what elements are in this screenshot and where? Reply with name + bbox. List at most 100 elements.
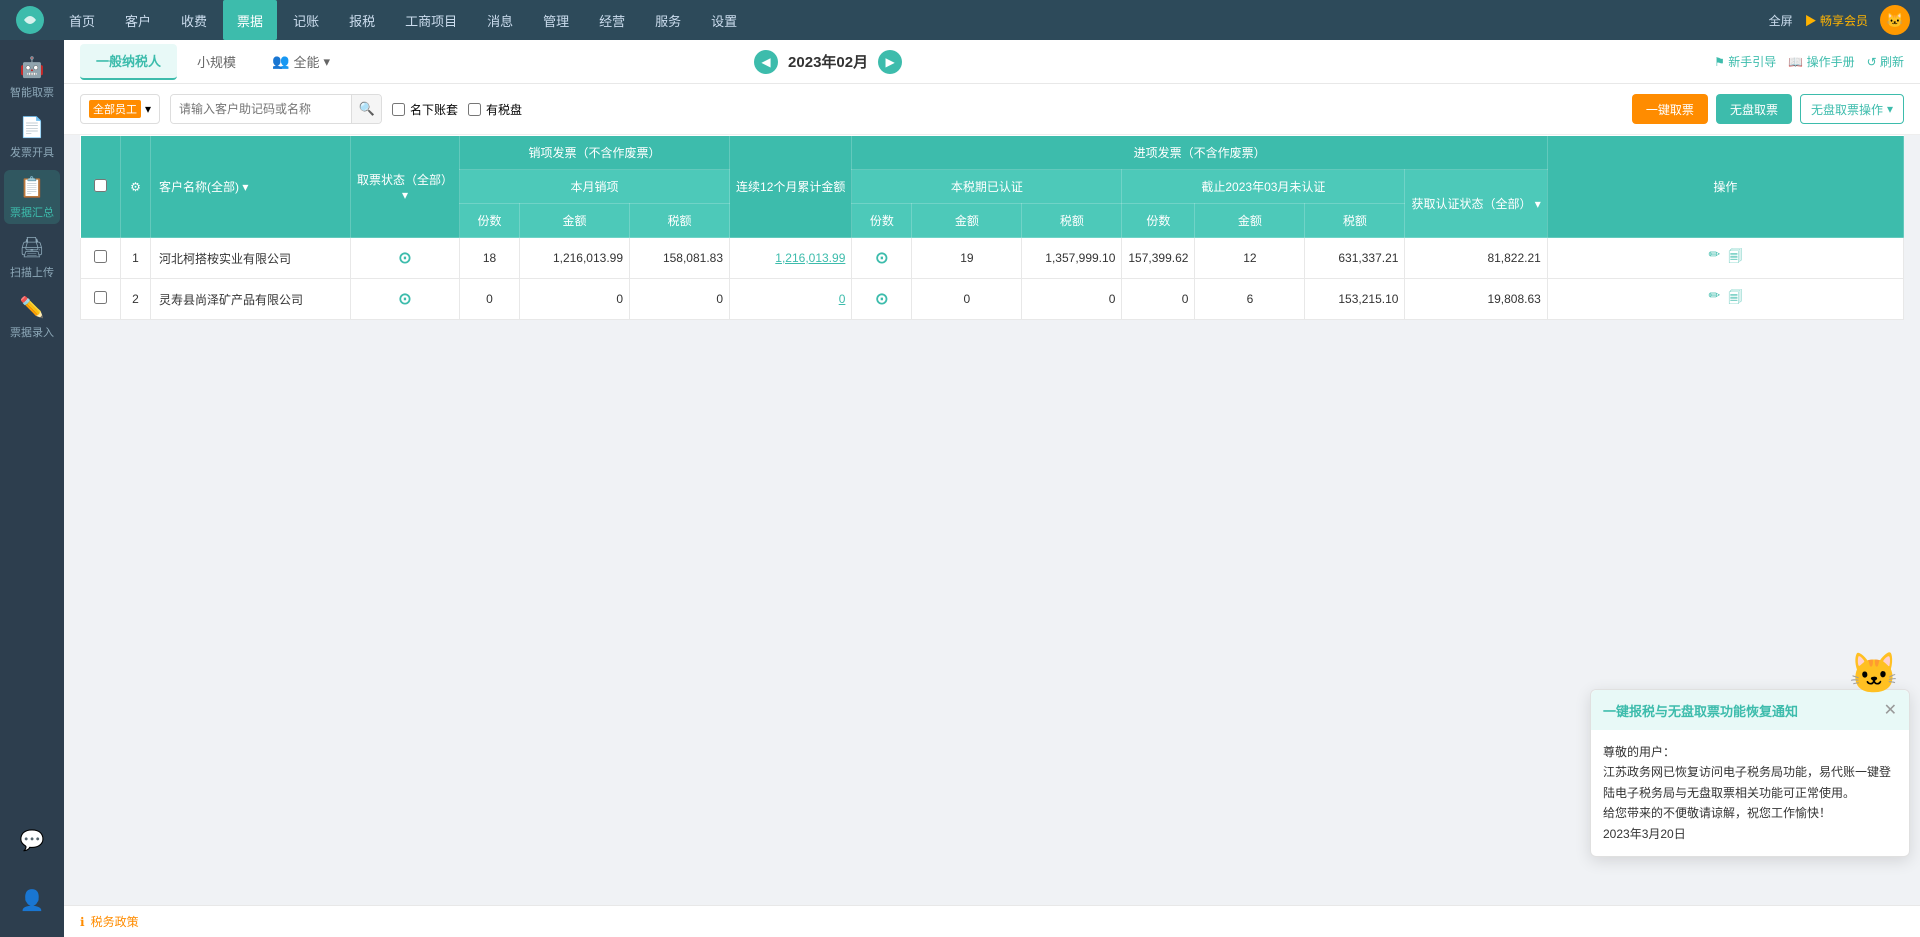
row1-period-amount: 1,357,999.10	[1022, 238, 1122, 279]
tab-bar: 一般纳税人 小规模 👥 全能 ▾ ◀ 2023年02月 ▶ ⚑ 新手引导 📖 操…	[64, 40, 1920, 84]
th-actions: 操作	[1547, 136, 1903, 238]
table-row: 2 灵寿县尚泽矿产品有限公司 ⊙ 0 0 0 0 ⊙ 0 0 0 6	[81, 279, 1904, 320]
notification-text: 尊敬的用户： 江苏政务网已恢复访问电子税务局功能，易代账一键登陆电子税务局与无盘…	[1603, 742, 1897, 844]
th-sales-count: 份数	[460, 204, 520, 238]
select-all-checkbox[interactable]	[94, 179, 107, 192]
tax-policy-link[interactable]: 税务政策	[91, 913, 139, 930]
invoice-summary-icon: 📋	[20, 175, 45, 200]
sidebar-bottom: 💬 👤	[4, 813, 60, 927]
row1-obtain-status: ⊙	[852, 238, 912, 279]
employee-filter[interactable]: 全部员工 ▾	[80, 94, 160, 124]
row1-uncert-tax: 81,822.21	[1405, 238, 1547, 279]
search-button[interactable]: 🔍	[351, 94, 381, 124]
nav-service[interactable]: 服务	[641, 0, 695, 40]
nav-message[interactable]: 消息	[473, 0, 527, 40]
th-checkbox	[81, 136, 121, 238]
notification-title: 一键报税与无盘取票功能恢复通知	[1603, 701, 1798, 720]
sidebar-item-label: 票据汇总	[10, 204, 54, 220]
copy-icon[interactable]: 🗐	[1728, 246, 1742, 270]
manual-btn[interactable]: 📖 操作手册	[1788, 53, 1854, 70]
tab-bar-right: ⚑ 新手引导 📖 操作手册 ↺ 刷新	[1714, 53, 1904, 70]
th-period-certified: 本税期已认证	[852, 170, 1122, 204]
nav-home[interactable]: 首页	[55, 0, 109, 40]
row1-period-tax: 157,399.62	[1122, 238, 1195, 279]
tab-dropdown-icon: ▾	[323, 54, 330, 70]
tab-general-taxpayer[interactable]: 一般纳税人	[80, 44, 177, 80]
nav-items: 首页 客户 收费 票据 记账 报税 工商项目 消息 管理 经营 服务 设置	[55, 0, 1769, 40]
row2-month-count: 0	[460, 279, 520, 320]
tab-all[interactable]: 👥 全能 ▾	[256, 44, 346, 80]
row1-index: 1	[121, 238, 151, 279]
row2-period-amount: 0	[1022, 279, 1122, 320]
th-uncertified: 截止2023年03月未认证	[1122, 170, 1405, 204]
sidebar-item-invoice-entry[interactable]: ✏️ 票据录入	[4, 290, 60, 344]
th-uncert-count: 份数	[1122, 204, 1195, 238]
edit-icon[interactable]: ✏	[1709, 287, 1721, 311]
fullscreen-btn[interactable]: 全屏	[1769, 12, 1793, 29]
action-icons: ✏ 🗐	[1554, 287, 1897, 311]
no-disk-ops-btn[interactable]: 无盘取票操作 ▾	[1800, 94, 1904, 124]
action-icons: ✏ 🗐	[1554, 246, 1897, 270]
tax-disk-checkbox[interactable]	[468, 103, 481, 116]
search-input[interactable]	[171, 95, 351, 123]
row1-uncert-amount: 631,337.21	[1305, 238, 1405, 279]
new-guide-btn[interactable]: ⚑ 新手引导	[1714, 53, 1776, 70]
sidebar-item-scan-upload[interactable]: 🖨 扫描上传	[4, 230, 60, 284]
row1-uncert-count: 12	[1195, 238, 1305, 279]
row1-select-checkbox[interactable]	[94, 250, 107, 263]
row1-customer: 河北柯搭桉实业有限公司	[151, 238, 351, 279]
period-next-btn[interactable]: ▶	[878, 50, 902, 74]
sidebar-item-smart-ticket[interactable]: 🤖 智能取票	[4, 50, 60, 104]
member-btn[interactable]: ▶ 畅享会员	[1805, 12, 1868, 29]
row2-cumulative[interactable]: 0	[730, 279, 852, 320]
sidebar-item-invoice-open[interactable]: 📄 发票开具	[4, 110, 60, 164]
no-disk-ticket-btn[interactable]: 无盘取票	[1716, 94, 1792, 124]
logo	[10, 0, 50, 40]
nav-fee[interactable]: 收费	[167, 0, 221, 40]
row1-cumulative[interactable]: 1,216,013.99	[730, 238, 852, 279]
th-sales-header: 销项发票（不含作废票）	[460, 136, 730, 170]
sidebar-item-invoice-summary[interactable]: 📋 票据汇总	[4, 170, 60, 224]
row1-month-tax: 158,081.83	[630, 238, 730, 279]
status-bar: ℹ 税务政策	[64, 905, 1920, 937]
toolbar: 全部员工 ▾ 🔍 名下账套 有税盘 一键取票 无盘取票 无盘取票操作 ▾	[64, 84, 1920, 135]
th-purchase-header: 进项发票（不含作废票）	[852, 136, 1547, 170]
nav-business[interactable]: 工商项目	[391, 0, 471, 40]
copy-icon[interactable]: 🗐	[1728, 287, 1742, 311]
checkbox-my-accounts[interactable]: 名下账套	[392, 101, 458, 118]
avatar[interactable]: 🐱	[1880, 5, 1910, 35]
sidebar-item-profile[interactable]: 👤	[4, 873, 60, 927]
nav-bookkeeping[interactable]: 记账	[279, 0, 333, 40]
notification-close-btn[interactable]: ✕	[1884, 700, 1897, 720]
my-accounts-checkbox[interactable]	[392, 103, 405, 116]
th-cert-amount: 金额	[912, 204, 1022, 238]
nav-invoice[interactable]: 票据	[223, 0, 277, 40]
nav-customer[interactable]: 客户	[111, 0, 165, 40]
sidebar-item-chat[interactable]: 💬	[4, 813, 60, 867]
notification-body: 尊敬的用户： 江苏政务网已恢复访问电子税务局功能，易代账一键登陆电子税务局与无盘…	[1591, 730, 1909, 856]
invoice-open-icon: 📄	[20, 115, 45, 140]
row2-period-count: 0	[912, 279, 1022, 320]
refresh-btn[interactable]: ↺ 刷新	[1867, 53, 1904, 70]
dropdown-arrow-icon: ▾	[1887, 102, 1893, 116]
checkbox-tax-disk[interactable]: 有税盘	[468, 101, 522, 118]
scan-upload-icon: 🖨	[19, 235, 44, 260]
sidebar-item-label: 发票开具	[10, 144, 54, 160]
table-container: ⚙ 客户名称(全部) ▾ 取票状态（全部） ▾ 销项发票（不含作废票） 连续12…	[64, 135, 1920, 336]
period-prev-btn[interactable]: ◀	[754, 50, 778, 74]
nav-tax[interactable]: 报税	[335, 0, 389, 40]
tab-small-scale[interactable]: 小规模	[181, 44, 252, 80]
invoice-table: ⚙ 客户名称(全部) ▾ 取票状态（全部） ▾ 销项发票（不含作废票） 连续12…	[80, 135, 1904, 320]
invoice-entry-icon: ✏️	[20, 295, 45, 320]
notification-popup: 🐱 一键报税与无盘取票功能恢复通知 ✕ 尊敬的用户： 江苏政务网已恢复访问电子税…	[1590, 689, 1910, 857]
one-key-ticket-btn[interactable]: 一键取票	[1632, 94, 1708, 124]
nav-manage[interactable]: 管理	[529, 0, 583, 40]
nav-settings[interactable]: 设置	[697, 0, 751, 40]
row2-select-checkbox[interactable]	[94, 291, 107, 304]
nav-operation[interactable]: 经营	[585, 0, 639, 40]
period-label: 2023年02月	[788, 51, 868, 72]
checkmark-icon: ⊙	[398, 291, 411, 308]
row2-checkbox	[81, 279, 121, 320]
row1-actions: ✏ 🗐	[1547, 238, 1903, 279]
edit-icon[interactable]: ✏	[1709, 246, 1721, 270]
